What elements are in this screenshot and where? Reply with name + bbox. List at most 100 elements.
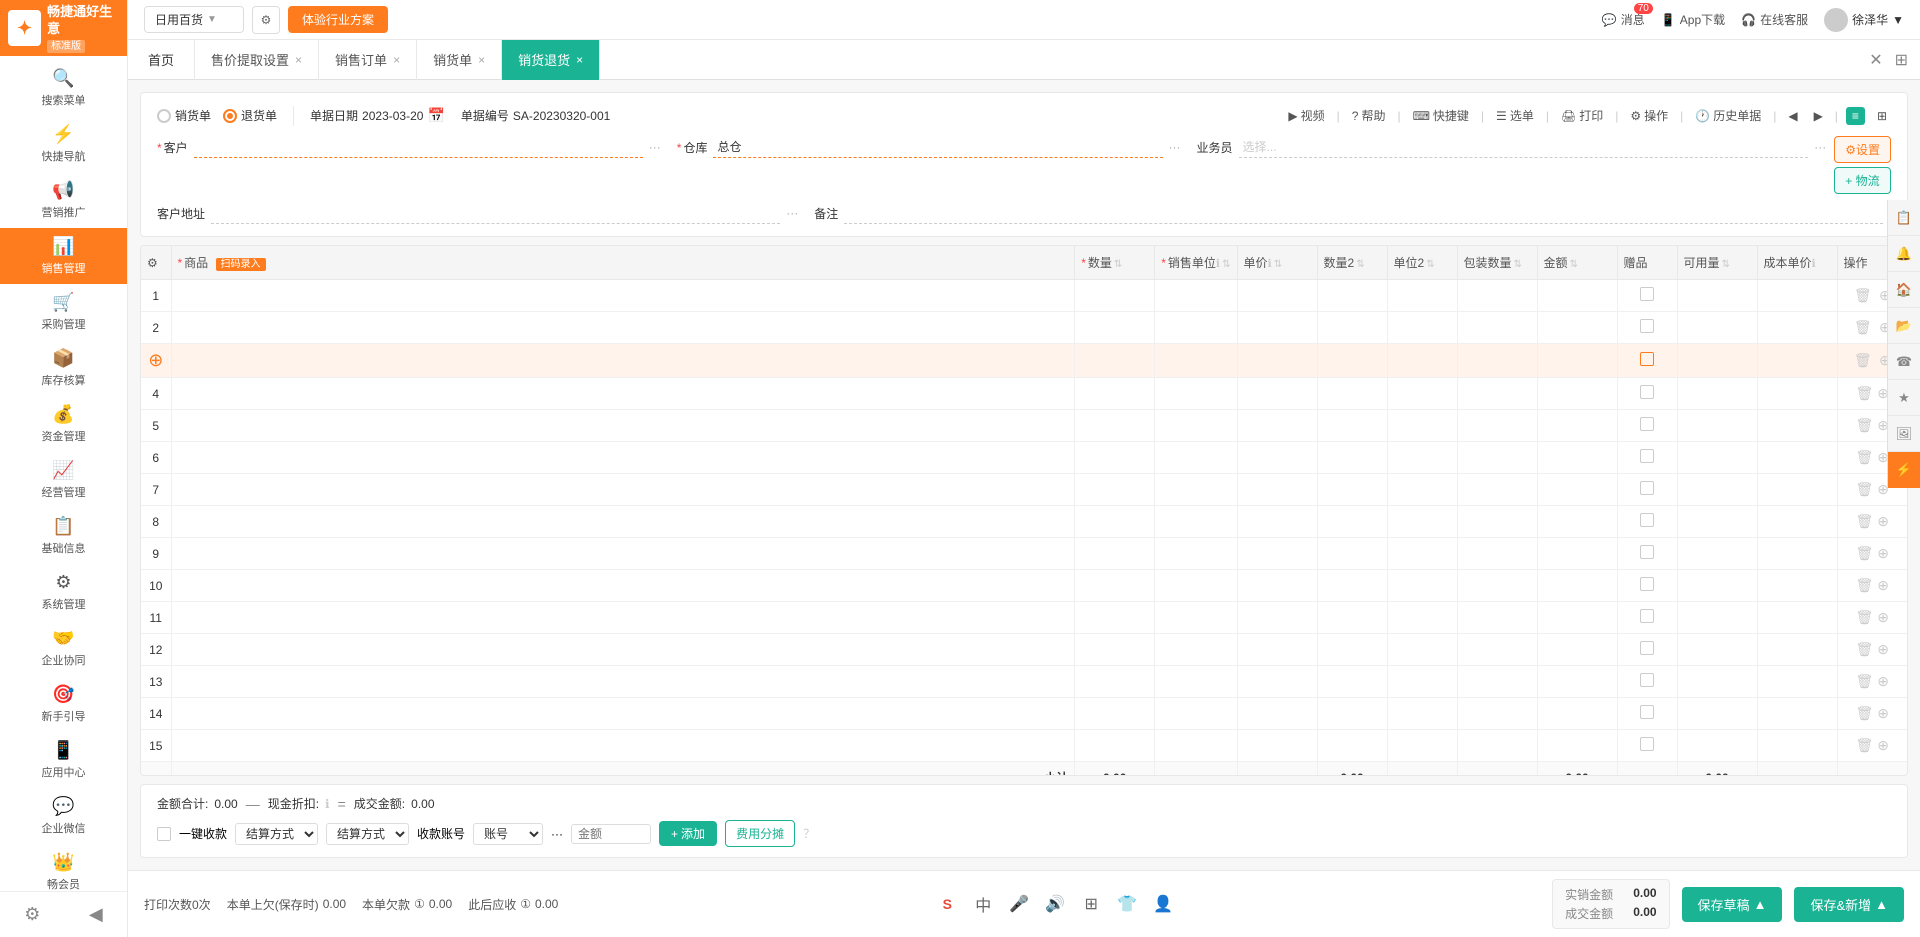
delete-row-icon[interactable]: 🗑 [1855, 577, 1873, 593]
toolbar-zh-icon[interactable]: 中 [969, 890, 997, 918]
row-unit2-add[interactable] [1387, 344, 1457, 378]
delete-row-icon[interactable]: 🗑 [1855, 513, 1873, 529]
delete-row-icon[interactable]: 🗑 [1855, 641, 1873, 657]
tab-home[interactable]: 首页 [128, 40, 195, 80]
row-gift-add[interactable] [1617, 344, 1677, 378]
one-key-payment-checkbox[interactable] [157, 827, 171, 841]
tab-sale-order[interactable]: 销售订单 × [319, 40, 417, 80]
delete-row-icon[interactable]: 🗑 [1855, 705, 1873, 721]
list-view-btn[interactable]: ⊞ [1873, 107, 1891, 125]
price-info-icon[interactable]: ℹ [1268, 258, 1272, 270]
tab-sale-price[interactable]: 售价提取设置 × [195, 40, 319, 80]
sidebar-item-purchase[interactable]: 🛒 采购管理 [0, 284, 127, 340]
row-avail-1[interactable] [1677, 280, 1757, 312]
calc-method-select[interactable]: 结算方式 [326, 823, 409, 845]
radio-return-bill[interactable]: 退货单 [223, 107, 277, 124]
rfp-image-icon[interactable]: 🖼 [1888, 416, 1920, 452]
rfp-folder-icon[interactable]: 📂 [1888, 308, 1920, 344]
copy-row-icon[interactable]: ⊕ [1877, 513, 1889, 529]
row-unit2-2[interactable] [1387, 312, 1457, 344]
th-settings[interactable]: ⚙ [141, 246, 171, 280]
row-price-add[interactable] [1237, 344, 1317, 378]
select-bill-btn[interactable]: ☰ 选单 [1492, 105, 1538, 126]
sidebar-item-finance[interactable]: 💰 资金管理 [0, 396, 127, 452]
rfp-bell-icon[interactable]: 🔔 [1888, 236, 1920, 272]
warehouse-more-icon[interactable]: ··· [1169, 140, 1181, 154]
row-goods-1[interactable] [171, 280, 1075, 312]
add-payment-button[interactable]: + 添加 [659, 821, 717, 846]
video-btn[interactable]: ▶ 视频 [1284, 105, 1328, 126]
copy-row-icon[interactable]: ⊕ [1877, 641, 1889, 657]
amount-input[interactable] [571, 824, 651, 844]
sidebar-item-basic[interactable]: 📋 基础信息 [0, 508, 127, 564]
message-button[interactable]: 💬 消息 70 [1602, 11, 1645, 28]
warehouse-input[interactable]: 总仓 [713, 136, 1162, 158]
delete-row-icon[interactable]: 🗑 [1855, 737, 1873, 753]
delete-row-icon[interactable]: 🗑 [1855, 449, 1873, 465]
bill-no-value[interactable]: SA-20230320-001 [513, 109, 610, 123]
copy-row-icon[interactable]: ⊕ [1877, 705, 1889, 721]
row-qty2-1[interactable] [1317, 280, 1387, 312]
delete-row-icon[interactable]: 🗑 [1855, 673, 1873, 689]
rfp-active-icon[interactable]: ⚡ [1888, 452, 1920, 488]
operate-btn[interactable]: ⚙ 操作 [1626, 105, 1672, 126]
settings-button[interactable]: ⚙设置 [1834, 136, 1891, 163]
delete-row-2-icon[interactable]: 🗑 [1854, 319, 1872, 335]
row-gift-2[interactable] [1617, 312, 1677, 344]
history-btn[interactable]: 🕐 历史单据 [1691, 105, 1765, 126]
staff-input[interactable]: 选择... [1239, 136, 1809, 158]
rfp-note-icon[interactable]: 📋 [1888, 200, 1920, 236]
logistics-button[interactable]: + 物流 [1834, 167, 1891, 194]
row-goods-2[interactable] [171, 312, 1075, 344]
tab-sale-return-close[interactable]: × [576, 53, 583, 67]
toolbar-shirt-icon[interactable]: 👕 [1113, 890, 1141, 918]
delete-row-icon[interactable]: 🗑 [1855, 481, 1873, 497]
address-more-icon[interactable]: ··· [786, 206, 798, 220]
rfp-star-icon[interactable]: ★ [1888, 380, 1920, 416]
settings-bottom-icon[interactable]: ⚙ [16, 900, 48, 929]
tab-expand-icon[interactable]: ⊞ [1891, 48, 1912, 72]
expense-button[interactable]: 费用分摊 [725, 820, 795, 847]
row-qty2-add[interactable] [1317, 344, 1387, 378]
rfp-home-icon[interactable]: 🏠 [1888, 272, 1920, 308]
sidebar-item-search[interactable]: 🔍 搜索菜单 [0, 60, 127, 116]
row-unit-2[interactable] [1155, 312, 1237, 344]
sidebar-item-sales[interactable]: 📊 销售管理 [0, 228, 127, 284]
sidebar-item-shortcut[interactable]: ⚡ 快捷导航 [0, 116, 127, 172]
staff-more-icon[interactable]: ··· [1814, 140, 1826, 154]
save-new-button[interactable]: 保存&新增 ▲ [1794, 887, 1904, 922]
delete-row-icon[interactable]: 🗑 [1855, 385, 1873, 401]
row-amount-1[interactable] [1537, 280, 1617, 312]
delete-row-icon[interactable]: 🗑 [1855, 609, 1873, 625]
online-service-button[interactable]: 🎧 在线客服 [1741, 11, 1808, 28]
shortcut-btn[interactable]: ⌨ 快捷键 [1409, 105, 1473, 126]
industry-select[interactable]: 日用百货 ▼ [144, 6, 244, 33]
customer-more-icon[interactable]: ··· [649, 140, 661, 154]
tab-sale-bill[interactable]: 销货单 × [417, 40, 502, 80]
scan-badge[interactable]: 扫码录入 [216, 258, 266, 271]
help-btn[interactable]: ? 帮助 [1348, 105, 1390, 126]
tab-sale-price-close[interactable]: × [295, 53, 302, 67]
grid-view-btn[interactable]: ≡ [1846, 107, 1865, 125]
rfp-phone-icon[interactable]: ☎ [1888, 344, 1920, 380]
radio-sale-bill[interactable]: 销货单 [157, 107, 211, 124]
copy-row-icon[interactable]: ⊕ [1877, 577, 1889, 593]
sidebar-item-inventory[interactable]: 📦 库存核算 [0, 340, 127, 396]
tab-close-all-icon[interactable]: ✕ [1865, 48, 1886, 72]
toolbar-s-icon[interactable]: S [933, 890, 961, 918]
toolbar-person-icon[interactable]: 👤 [1149, 890, 1177, 918]
sidebar-item-enterprise[interactable]: 🤝 企业协同 [0, 620, 127, 676]
cost-info-icon[interactable]: ℹ [1812, 258, 1816, 270]
row-unit2-1[interactable] [1387, 280, 1457, 312]
delete-row-icon[interactable]: 🗑 [1855, 545, 1873, 561]
copy-row-icon[interactable]: ⊕ [1877, 673, 1889, 689]
discount-info-icon[interactable]: ℹ [325, 797, 330, 811]
user-menu[interactable]: 徐泽华 ▼ [1824, 8, 1904, 32]
row-qty-1[interactable] [1075, 280, 1155, 312]
experience-button[interactable]: 体验行业方案 [288, 6, 388, 33]
row-avail-2[interactable] [1677, 312, 1757, 344]
row-qty-2[interactable] [1075, 312, 1155, 344]
row-pack-1[interactable] [1457, 280, 1537, 312]
row-goods-add[interactable] [171, 344, 1075, 378]
address-input[interactable] [211, 202, 780, 224]
